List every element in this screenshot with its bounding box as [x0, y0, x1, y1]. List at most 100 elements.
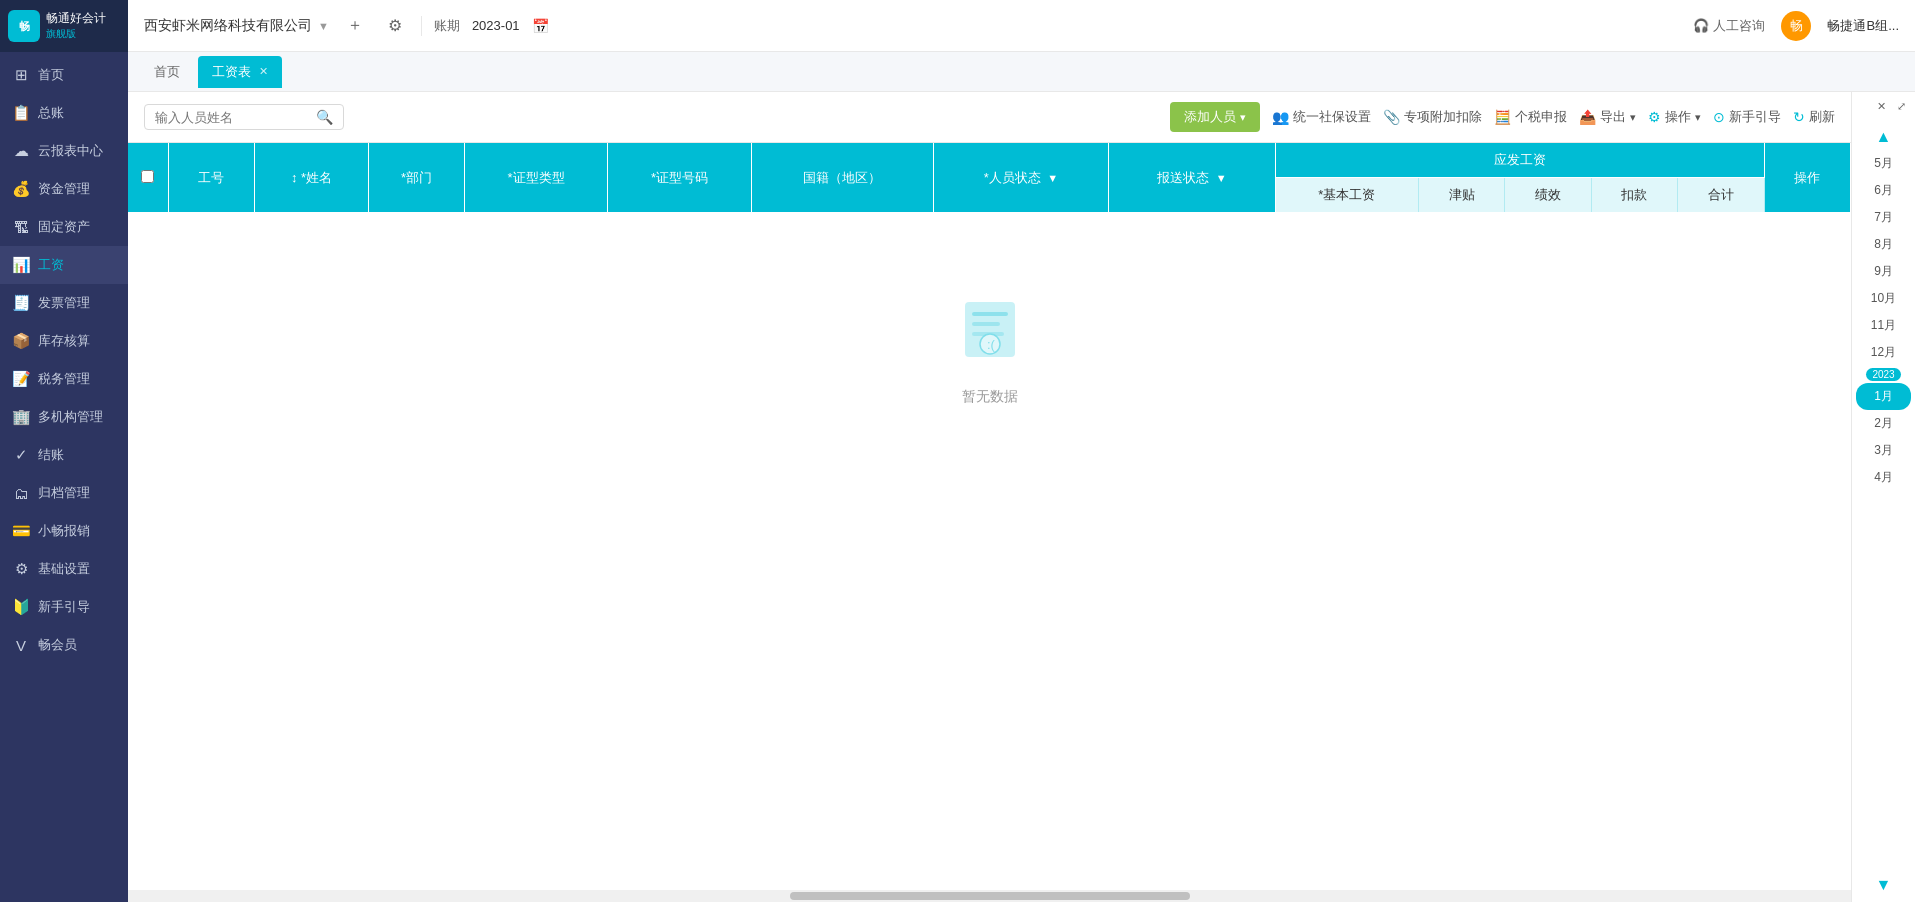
sidebar-item-settle[interactable]: ✓结账: [0, 436, 128, 474]
col-id-num: *证型号码: [608, 143, 751, 212]
sidebar: 畅 畅通好会计 旗舰版 ⊞首页📋总账☁云报表中心💰资金管理🏗固定资产📊工资🧾发票…: [0, 0, 128, 902]
toolbar-right: 添加人员 ▾ 👥 统一社保设置 📎 专项附加扣除 🧮 个税申报: [1170, 102, 1835, 132]
tab-salary[interactable]: 工资表 ✕: [198, 56, 282, 88]
add-company-button[interactable]: ＋: [341, 12, 369, 40]
col-report-status[interactable]: 报送状态 ▼: [1109, 143, 1275, 212]
month-8[interactable]: 8月: [1852, 231, 1915, 258]
nav-icon-settings: ⚙: [12, 560, 30, 578]
nav-icon-cloud-report: ☁: [12, 142, 30, 160]
content-with-panel: 🔍 添加人员 ▾ 👥 统一社保设置 📎 专项附加扣除: [128, 92, 1915, 902]
col-actions: 操作: [1764, 143, 1850, 212]
sidebar-item-settings[interactable]: ⚙ 基础设置: [0, 550, 128, 588]
month-3[interactable]: 3月: [1852, 437, 1915, 464]
sidebar-item-assets[interactable]: 🏗固定资产: [0, 208, 128, 246]
col-name[interactable]: ↕ *姓名: [254, 143, 368, 212]
refresh-action[interactable]: ↻ 刷新: [1793, 108, 1835, 126]
month-up-button[interactable]: ▲: [1872, 124, 1896, 150]
table-section: 🔍 添加人员 ▾ 👥 统一社保设置 📎 专项附加扣除: [128, 92, 1851, 902]
nav-label-settings: 基础设置: [38, 560, 90, 578]
sidebar-item-ledger[interactable]: 📋总账: [0, 94, 128, 132]
sidebar-item-home[interactable]: ⊞首页: [0, 56, 128, 94]
personal-tax-label: 个税申报: [1515, 108, 1567, 126]
nav-icon-ledger: 📋: [12, 104, 30, 122]
col-checkbox[interactable]: [128, 143, 168, 212]
month-4[interactable]: 4月: [1852, 464, 1915, 491]
col-allowance: 津贴: [1419, 178, 1505, 213]
select-all-checkbox[interactable]: [141, 170, 154, 183]
special-deduct-label: 专项附加扣除: [1404, 108, 1482, 126]
special-deduct-action[interactable]: 📎 专项附加扣除: [1383, 108, 1482, 126]
new-guide-icon: ⊙: [1713, 109, 1725, 125]
search-icon: 🔍: [316, 109, 333, 125]
export-label: 导出: [1600, 108, 1626, 126]
personal-tax-action[interactable]: 🧮 个税申报: [1494, 108, 1567, 126]
sidebar-item-fund[interactable]: 💰资金管理: [0, 170, 128, 208]
svg-rect-1: [972, 312, 1008, 316]
month-9[interactable]: 9月: [1852, 258, 1915, 285]
sidebar-item-cloud-report[interactable]: ☁云报表中心: [0, 132, 128, 170]
col-salary-group: 应发工资: [1275, 143, 1764, 178]
month-down-button[interactable]: ▼: [1872, 872, 1896, 898]
service-label: 人工咨询: [1713, 17, 1765, 35]
operate-action[interactable]: ⚙ 操作 ▾: [1648, 108, 1701, 126]
month-1-active[interactable]: 1月: [1856, 383, 1911, 410]
export-action[interactable]: 📤 导出 ▾: [1579, 108, 1636, 126]
sidebar-item-inventory[interactable]: 📦库存核算: [0, 322, 128, 360]
logo-icon: 畅: [8, 10, 40, 42]
sidebar-item-multi-org[interactable]: 🏢多机构管理: [0, 398, 128, 436]
sidebar-item-expense[interactable]: 💳 小畅报销: [0, 512, 128, 550]
toolbar: 🔍 添加人员 ▾ 👥 统一社保设置 📎 专项附加扣除: [128, 92, 1851, 143]
company-selector[interactable]: 西安虾米网络科技有限公司 ▼: [144, 17, 329, 35]
sidebar-item-vip[interactable]: V畅会员: [0, 626, 128, 664]
month-6[interactable]: 6月: [1852, 177, 1915, 204]
add-person-button[interactable]: 添加人员 ▾: [1170, 102, 1260, 132]
sidebar-item-tax[interactable]: 📝税务管理: [0, 360, 128, 398]
col-id-type: *证型类型: [464, 143, 607, 212]
tab-home[interactable]: 首页: [140, 56, 194, 88]
nav-label-vip: 畅会员: [38, 636, 77, 654]
refresh-icon: ↻: [1793, 109, 1805, 125]
col-staff-status[interactable]: *人员状态 ▼: [933, 143, 1109, 212]
sidebar-item-salary[interactable]: 📊工资: [0, 246, 128, 284]
nav-icon-guide: 🔰: [12, 598, 30, 616]
nav-icon-fund: 💰: [12, 180, 30, 198]
nav-icon-expense: 💳: [12, 522, 30, 540]
tab-close-icon[interactable]: ✕: [259, 65, 268, 78]
svg-text::(: :(: [987, 337, 996, 352]
period-calendar-icon[interactable]: 📅: [532, 18, 549, 34]
period-label: 账期: [434, 17, 460, 35]
special-deduct-icon: 📎: [1383, 109, 1400, 125]
nav-label-invoice: 发票管理: [38, 294, 90, 312]
month-12[interactable]: 12月: [1852, 339, 1915, 366]
month-11[interactable]: 11月: [1852, 312, 1915, 339]
search-input[interactable]: [155, 110, 310, 125]
add-person-dropdown-icon: ▾: [1240, 111, 1246, 124]
human-service-button[interactable]: 🎧 人工咨询: [1693, 17, 1765, 35]
month-7[interactable]: 7月: [1852, 204, 1915, 231]
tab-salary-label: 工资表: [212, 63, 251, 81]
nav-icon-salary: 📊: [12, 256, 30, 274]
sidebar-item-guide[interactable]: 🔰新手引导: [0, 588, 128, 626]
hscroll-bar[interactable]: [128, 890, 1851, 902]
col-total: 合计: [1678, 178, 1764, 213]
new-guide-action[interactable]: ⊙ 新手引导: [1713, 108, 1781, 126]
nav-label-multi-org: 多机构管理: [38, 408, 103, 426]
month-2[interactable]: 2月: [1852, 410, 1915, 437]
month-5[interactable]: 5月: [1852, 150, 1915, 177]
social-security-action[interactable]: 👥 统一社保设置: [1272, 108, 1371, 126]
salary-table: 工号 ↕ *姓名 *部门 *证型类型 *证型号码 国籍（地区） *人员状态 ▼ …: [128, 143, 1851, 212]
close-panel-button[interactable]: ✕: [1873, 98, 1889, 114]
hscroll-thumb[interactable]: [790, 892, 1190, 900]
nav-icon-assets: 🏗: [12, 219, 30, 236]
settings-button[interactable]: ⚙: [381, 12, 409, 40]
month-panel: ✕ ⤢ ▲ 5月 6月 7月 8月 9月 10月 11月 12月 2023 1月…: [1851, 92, 1915, 902]
nav-label-expense: 小畅报销: [38, 522, 90, 540]
nav-icon-tax: 📝: [12, 370, 30, 388]
sidebar-item-archive[interactable]: 🗂归档管理: [0, 474, 128, 512]
sidebar-item-invoice[interactable]: 🧾发票管理: [0, 284, 128, 322]
app-name: 畅通好会计: [46, 11, 106, 27]
month-10[interactable]: 10月: [1852, 285, 1915, 312]
expand-panel-button[interactable]: ⤢: [1893, 98, 1909, 114]
nav-label-settle: 结账: [38, 446, 64, 464]
topbar-right: 🎧 人工咨询 畅 畅捷通B组...: [1693, 11, 1899, 41]
